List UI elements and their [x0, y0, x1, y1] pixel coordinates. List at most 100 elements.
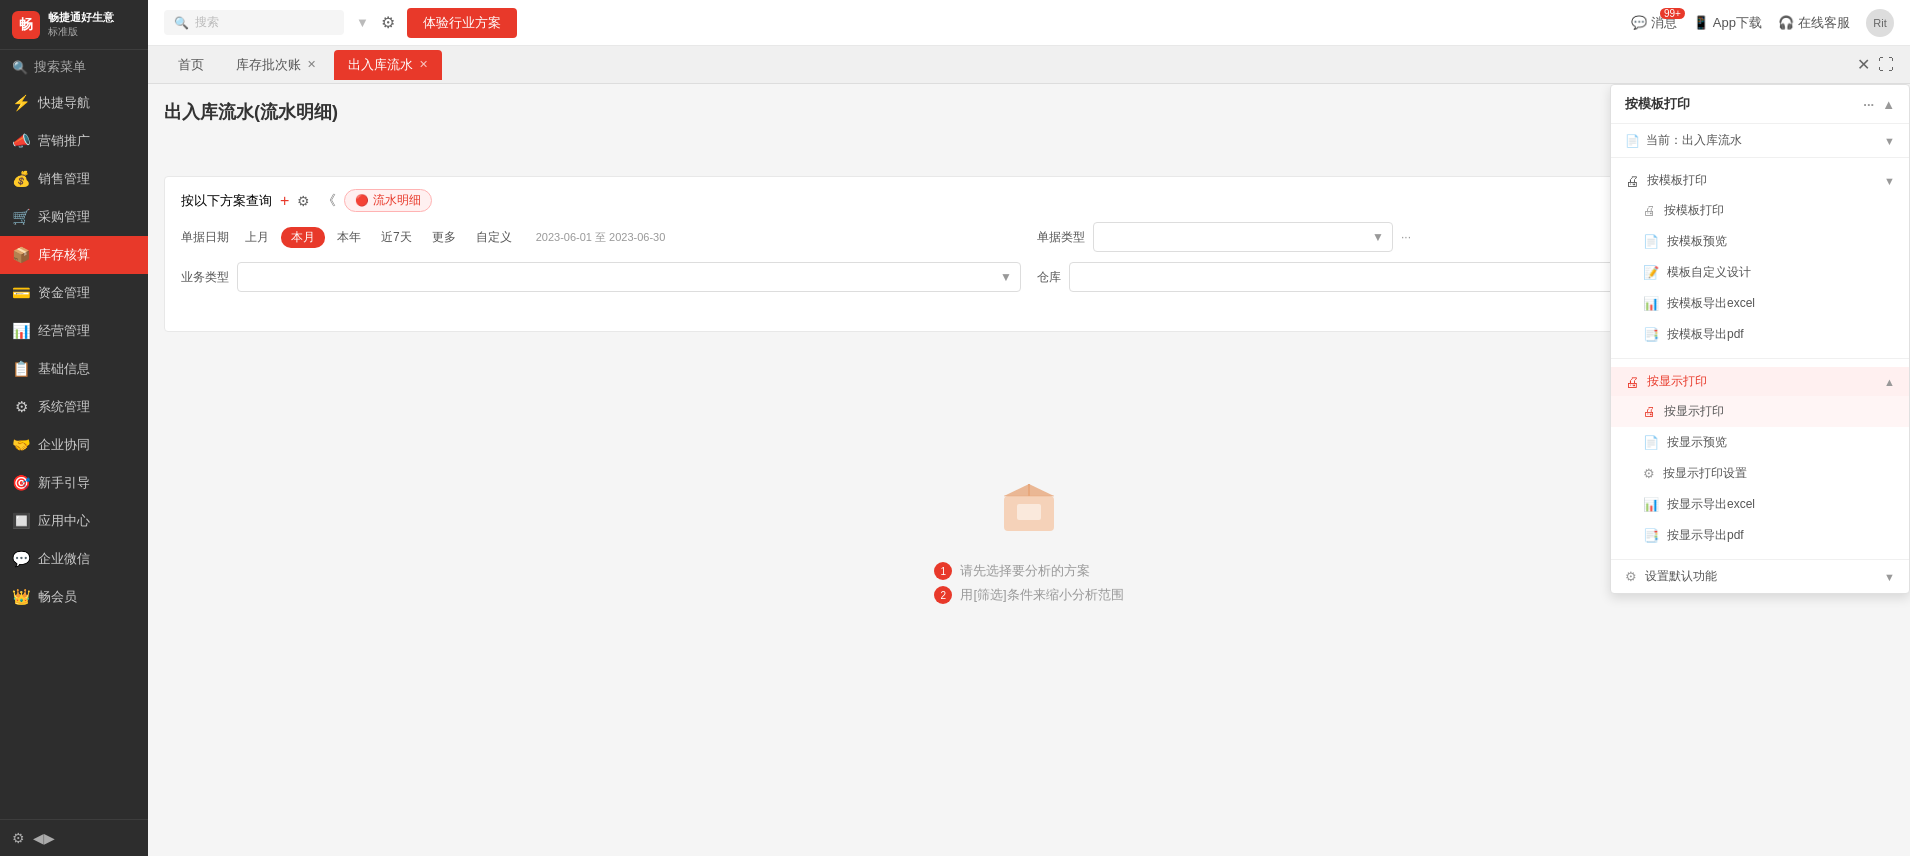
filter-chip[interactable]: 🔴 流水明细 — [344, 189, 432, 212]
template-section-chevron: ▼ — [1884, 175, 1895, 187]
date-options: 上月 本月 本年 近7天 更多 自定义 — [237, 227, 520, 248]
inventory-icon: 📦 — [12, 246, 30, 264]
filter-settings-icon[interactable]: ⚙ — [297, 193, 310, 209]
display-print-section-header[interactable]: 🖨 按显示打印 ▲ — [1611, 367, 1909, 396]
sidebar-item-wechat[interactable]: 💬 企业微信 — [0, 540, 148, 578]
date-cur-month[interactable]: 本月 — [281, 227, 325, 248]
dropdown-current: 📄 当前：出入库流水 ▼ — [1611, 124, 1909, 158]
date-more[interactable]: 更多 — [424, 227, 464, 248]
sidebar-item-finance[interactable]: 💳 资金管理 — [0, 274, 148, 312]
sidebar-item-appcenter[interactable]: 🔲 应用中心 — [0, 502, 148, 540]
sidebar-search[interactable]: 🔍 搜索菜单 — [0, 50, 148, 84]
svg-rect-2 — [1017, 504, 1041, 520]
tab-batch[interactable]: 库存批次账 ✕ — [222, 50, 330, 80]
date-7days[interactable]: 近7天 — [373, 227, 420, 248]
biz-type-label: 业务类型 — [181, 269, 229, 286]
trial-btn[interactable]: 体验行业方案 — [407, 8, 517, 38]
search-icon: 🔍 — [174, 16, 189, 30]
sidebar-item-purchase[interactable]: 🛒 采购管理 — [0, 198, 148, 236]
filter-add-btn[interactable]: + — [280, 192, 289, 210]
display-settings-icon: ⚙ — [1643, 466, 1655, 481]
wechat-icon: 💬 — [12, 550, 30, 568]
sidebar-settings-btn[interactable]: ⚙ — [12, 830, 25, 846]
chip-icon: 🔴 — [355, 194, 369, 207]
dropdown-panel: 按模板打印 ··· ▲ 📄 当前：出入库流水 ▼ 🖨 — [1610, 84, 1910, 594]
user-avatar[interactable]: Rit — [1866, 9, 1894, 37]
dropdown-item-template-customize[interactable]: 📝 模板自定义设计 — [1611, 257, 1909, 288]
empty-step-2: 2 用[筛选]条件来缩小分析范围 — [934, 586, 1123, 604]
sidebar-item-operation[interactable]: 📊 经营管理 — [0, 312, 148, 350]
sidebar-collapse-btn[interactable]: ◀▶ — [33, 830, 55, 846]
footer-settings-icon: ⚙ — [1625, 569, 1637, 584]
dropdown-item-template-print[interactable]: 🖨 按模板打印 — [1611, 195, 1909, 226]
biz-type-field: 业务类型 ▼ — [181, 262, 1021, 292]
tabbar-close-btn[interactable]: ✕ — [1857, 55, 1870, 74]
dropdown-more-icon[interactable]: ··· — [1863, 97, 1874, 112]
app-icon: 📱 — [1693, 15, 1709, 30]
display-section-chevron: ▲ — [1884, 376, 1895, 388]
dropdown-item-template-excel[interactable]: 📊 按模板导出excel — [1611, 288, 1909, 319]
sidebar-item-enterprise[interactable]: 🤝 企业协同 — [0, 426, 148, 464]
enterprise-icon: 🤝 — [12, 436, 30, 454]
tabbar-expand-btn[interactable]: ⛶ — [1878, 56, 1894, 74]
voucher-type-select[interactable]: ▼ — [1093, 222, 1393, 252]
system-icon: ⚙ — [12, 398, 30, 416]
dropdown-item-display-excel[interactable]: 📊 按显示导出excel — [1611, 489, 1909, 520]
app-download[interactable]: 📱 App下载 — [1693, 14, 1762, 32]
biz-type-select[interactable]: ▼ — [237, 262, 1021, 292]
headset-icon: 🎧 — [1778, 15, 1794, 30]
filter-collapse-icon[interactable]: 《 — [322, 192, 336, 210]
sidebar-item-system[interactable]: ⚙ 系统管理 — [0, 388, 148, 426]
date-year[interactable]: 本年 — [329, 227, 369, 248]
dropdown-item-template-pdf[interactable]: 📑 按模板导出pdf — [1611, 319, 1909, 350]
sidebar-logo: 畅 畅捷通好生意 标准版 — [0, 0, 148, 50]
sidebar-item-basic[interactable]: 📋 基础信息 — [0, 350, 148, 388]
message-badge[interactable]: 💬 消息 99+ — [1631, 14, 1677, 32]
tab-batch-close[interactable]: ✕ — [307, 58, 316, 71]
current-icon: 📄 — [1625, 134, 1640, 148]
topbar: 🔍 搜索 ▼ ⚙ 体验行业方案 💬 消息 99+ 📱 App下载 🎧 在线客服 … — [148, 0, 1910, 46]
dropdown-item-display-print[interactable]: 🖨 按显示打印 — [1611, 396, 1909, 427]
purchase-icon: 🛒 — [12, 208, 30, 226]
sidebar-item-inventory[interactable]: 📦 库存核算 — [0, 236, 148, 274]
message-icon: 💬 — [1631, 15, 1647, 30]
display-print-icon: 🖨 — [1643, 404, 1656, 419]
template-print-section-label: 🖨 按模板打印 — [1625, 172, 1707, 189]
dropdown-item-display-preview[interactable]: 📄 按显示预览 — [1611, 427, 1909, 458]
customer-service[interactable]: 🎧 在线客服 — [1778, 14, 1850, 32]
template-print-section-header[interactable]: 🖨 按模板打印 ▼ — [1611, 166, 1909, 195]
tabbar: 首页 库存批次账 ✕ 出入库流水 ✕ ✕ ⛶ — [148, 46, 1910, 84]
empty-steps: 1 请先选择要分析的方案 2 用[筛选]条件来缩小分析范围 — [934, 562, 1123, 604]
topbar-gear-icon[interactable]: ⚙ — [381, 13, 395, 32]
sidebar-item-sales[interactable]: 💰 销售管理 — [0, 160, 148, 198]
sidebar-item-newbie[interactable]: 🎯 新手引导 — [0, 464, 148, 502]
warehouse-label: 仓库 — [1037, 269, 1061, 286]
dropdown-footer[interactable]: ⚙ 设置默认功能 ▼ — [1611, 560, 1909, 593]
marketing-icon: 📣 — [12, 132, 30, 150]
tab-flow[interactable]: 出入库流水 ✕ — [334, 50, 442, 80]
dropdown-item-display-settings[interactable]: ⚙ 按显示打印设置 — [1611, 458, 1909, 489]
topbar-right: 💬 消息 99+ 📱 App下载 🎧 在线客服 Rit — [1631, 9, 1894, 37]
dropdown-item-display-pdf[interactable]: 📑 按显示导出pdf — [1611, 520, 1909, 551]
date-custom[interactable]: 自定义 — [468, 227, 520, 248]
tab-home[interactable]: 首页 — [164, 50, 218, 80]
voucher-type-more-btn[interactable]: ··· — [1401, 230, 1411, 244]
current-chevron[interactable]: ▼ — [1884, 135, 1895, 147]
topbar-search-box[interactable]: 🔍 搜索 — [164, 10, 344, 35]
customer-service-label: 在线客服 — [1798, 14, 1850, 32]
voucher-type-dropdown-icon: ▼ — [1372, 230, 1384, 244]
tab-flow-close[interactable]: ✕ — [419, 58, 428, 71]
sidebar-item-member[interactable]: 👑 畅会员 — [0, 578, 148, 616]
display-pdf-icon: 📑 — [1643, 528, 1659, 543]
sidebar-item-quick-nav[interactable]: ⚡ 快捷导航 — [0, 84, 148, 122]
date-prev-month[interactable]: 上月 — [237, 227, 277, 248]
sidebar-item-marketing[interactable]: 📣 营销推广 — [0, 122, 148, 160]
dropdown-item-template-preview[interactable]: 📄 按模板预览 — [1611, 226, 1909, 257]
date-range: 2023-06-01 至 2023-06-30 — [536, 230, 666, 245]
dropdown-chevron-up-icon[interactable]: ▲ — [1882, 97, 1895, 112]
tab-batch-label: 库存批次账 — [236, 56, 301, 74]
sidebar-search-label: 搜索菜单 — [34, 58, 86, 76]
step-1-label: 请先选择要分析的方案 — [960, 562, 1090, 580]
item-excel-icon: 📊 — [1643, 296, 1659, 311]
template-print-section-icon: 🖨 — [1625, 173, 1639, 189]
